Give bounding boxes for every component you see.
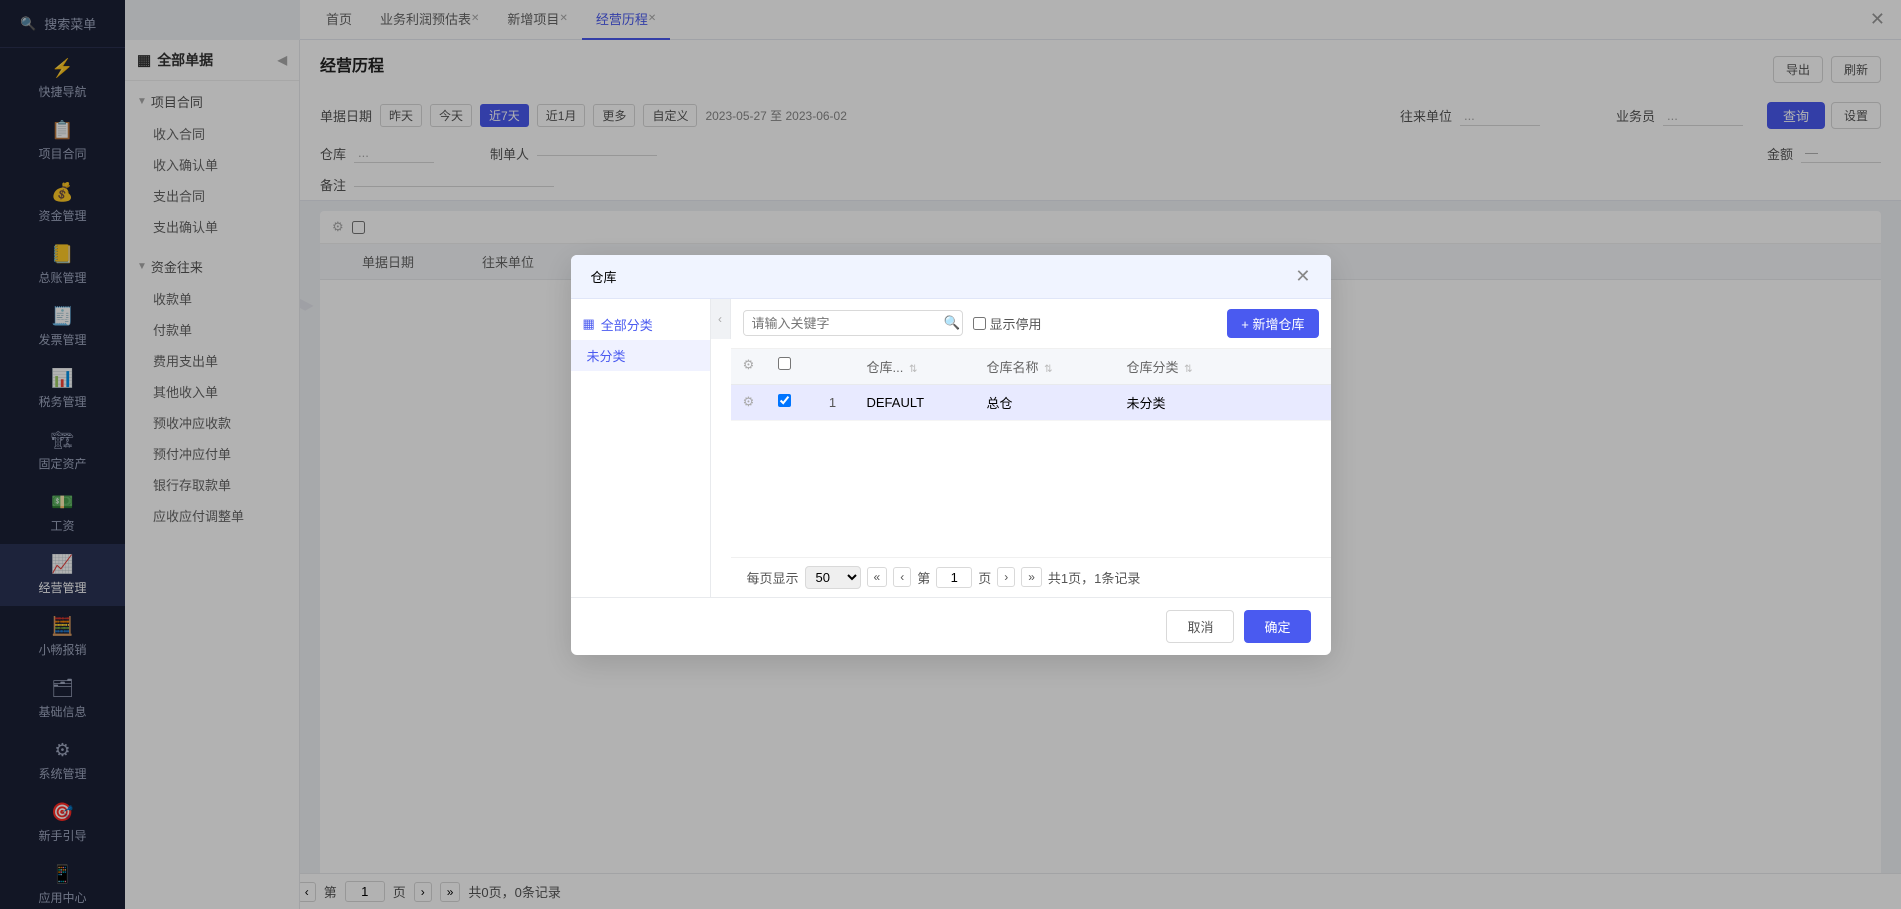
modal-page-size-label: 每页显示: [747, 568, 799, 587]
show-disabled-wrap: 显示停用: [973, 314, 1042, 333]
modal-title: 仓库: [591, 267, 617, 286]
modal-first-page-btn[interactable]: «: [867, 567, 888, 587]
chevron-left-icon: ‹: [718, 312, 722, 326]
modal-header: 仓库 ✕: [571, 255, 1331, 299]
row-category: 未分类: [1123, 393, 1331, 412]
modal-col-gear: ⚙: [731, 357, 767, 376]
show-disabled-label: 显示停用: [990, 314, 1042, 333]
row-check[interactable]: [767, 394, 803, 410]
modal-select-all[interactable]: [778, 357, 791, 370]
search-input-wrap: 🔍: [743, 310, 963, 336]
modal-total-info: 共1页，1条记录: [1048, 568, 1140, 587]
modal-close-button[interactable]: ✕: [1295, 267, 1310, 285]
modal-page-label: 页: [978, 568, 991, 587]
table-row[interactable]: ⚙ 1 DEFAULT 总仓 未分类: [731, 385, 1331, 421]
add-warehouse-button[interactable]: + 新增仓库: [1227, 309, 1318, 338]
modal-overlay: 仓库 ✕ ▦ 全部分类 未分类 ‹: [0, 0, 1901, 909]
cancel-button[interactable]: 取消: [1166, 610, 1234, 643]
search-button[interactable]: 🔍: [936, 311, 963, 335]
warehouse-search-input[interactable]: [744, 312, 936, 335]
modal-footer: 取消 确定: [571, 597, 1331, 655]
name-sort-icon: ⇅: [1044, 364, 1052, 375]
modal-page-word: 第: [917, 568, 930, 587]
row-name: 总仓: [983, 393, 1123, 412]
modal-page-input[interactable]: [936, 567, 972, 588]
modal-col-code: 仓库... ⇅: [863, 357, 983, 376]
code-sort-icon: ⇅: [909, 364, 917, 375]
confirm-button[interactable]: 确定: [1244, 610, 1310, 643]
modal-warehouse: 仓库 ✕ ▦ 全部分类 未分类 ‹: [571, 255, 1331, 655]
modal-table-panel: 🔍 显示停用 + 新增仓库 ⚙: [731, 299, 1331, 597]
row-id: 1: [803, 395, 863, 410]
modal-col-check: [767, 357, 803, 376]
category-panel: ▦ 全部分类 未分类: [571, 299, 711, 597]
modal-col-id: [803, 357, 863, 376]
modal-pagination: 每页显示 50 100 « ‹ 第 页 › » 共1页，1条记录: [731, 557, 1331, 597]
category-sort-icon: ⇅: [1184, 364, 1192, 375]
modal-col-name: 仓库名称 ⇅: [983, 357, 1123, 376]
modal-last-page-btn[interactable]: »: [1021, 567, 1042, 587]
category-collapse-button[interactable]: ‹: [711, 299, 731, 339]
category-unclassified[interactable]: 未分类: [571, 340, 710, 371]
modal-body: ▦ 全部分类 未分类 ‹ 🔍: [571, 299, 1331, 597]
modal-next-page-btn[interactable]: ›: [997, 567, 1015, 587]
category-unclassified-label: 未分类: [587, 349, 626, 364]
modal-page-size-select[interactable]: 50 100: [805, 566, 861, 589]
row-gear: ⚙: [731, 394, 767, 410]
show-disabled-checkbox[interactable]: [973, 317, 986, 330]
grid-icon: ▦: [583, 316, 595, 332]
row-checkbox[interactable]: [778, 394, 791, 407]
category-all-label: 全部分类: [601, 315, 653, 334]
modal-prev-page-btn[interactable]: ‹: [893, 567, 911, 587]
modal-search-bar: 🔍 显示停用 + 新增仓库: [731, 299, 1331, 349]
modal-col-category: 仓库分类 ⇅: [1123, 357, 1331, 376]
category-all[interactable]: ▦ 全部分类: [571, 309, 710, 340]
row-code: DEFAULT: [863, 395, 983, 410]
modal-table-header: ⚙ 仓库... ⇅ 仓库名称 ⇅: [731, 349, 1331, 385]
modal-table: ⚙ 仓库... ⇅ 仓库名称 ⇅: [731, 349, 1331, 557]
